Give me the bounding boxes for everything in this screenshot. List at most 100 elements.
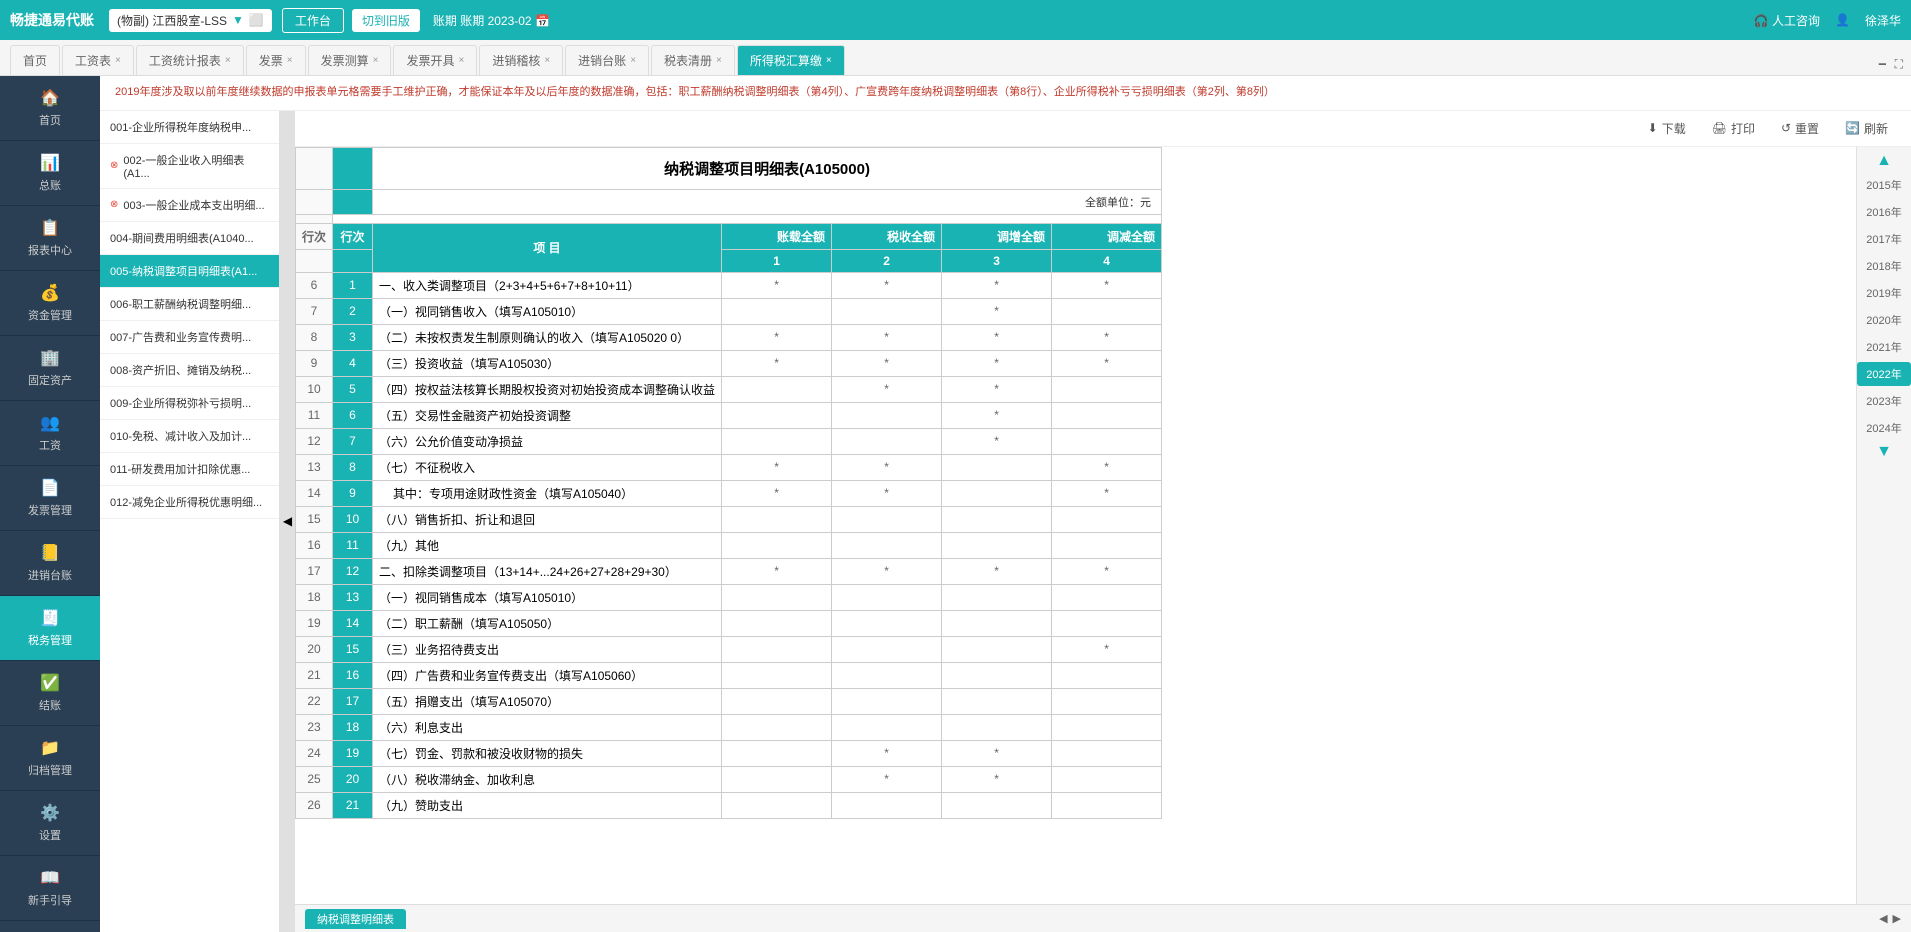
left-panel-item-012[interactable]: 012-减免企业所得税优惠明细... [100,486,279,519]
left-panel: 001-企业所得税年度纳税申... ⊗ 002-一般企业收入明细表(A1... … [100,111,280,932]
table-row: 16 11 （九）其他 [296,532,1162,558]
tab-invoice[interactable]: 发票 × [246,45,306,75]
sidebar-item-settings[interactable]: ⚙️ 设置 [0,791,100,856]
year-2022[interactable]: 2022年 [1857,362,1911,386]
error-icon: ⊗ [110,199,118,210]
tab-payroll-report[interactable]: 工资统计报表 × [136,45,244,75]
scroll-left-icon[interactable]: ◀ [1879,912,1887,925]
minimize-icon[interactable]: 🗕 [1878,54,1887,75]
year-2017[interactable]: 2017年 [1857,227,1911,251]
tab-purchase-audit[interactable]: 进销稽核 × [479,45,563,75]
user-avatar: 👤 [1835,13,1850,27]
left-panel-item-010[interactable]: 010-免税、减计收入及加计... [100,420,279,453]
sidebar-item-report[interactable]: 📋 报表中心 [0,206,100,271]
close-icon[interactable]: × [630,55,636,66]
spreadsheet[interactable]: 纳税调整项目明细表(A105000) 全额单位：元 [295,147,1856,904]
left-panel-item-004[interactable]: 004-期间费用明细表(A1040... [100,222,279,255]
tab-purchase-ledger[interactable]: 进销台账 × [565,45,649,75]
top-right: 🎧 人工咨询 👤 徐泽华 [1754,12,1901,29]
copy-icon: ⬜ [249,13,264,27]
close-icon[interactable]: × [458,55,464,66]
left-panel-item-007[interactable]: 007-广告费和业务宣传费明... [100,321,279,354]
username[interactable]: 徐泽华 [1865,12,1901,29]
sidebar-item-purchase[interactable]: 📒 进销台账 [0,531,100,596]
year-2016[interactable]: 2016年 [1857,200,1911,224]
year-2020[interactable]: 2020年 [1857,308,1911,332]
year-down-icon[interactable]: ▼ [1876,443,1892,461]
left-panel-item-008[interactable]: 008-资产折旧、摊销及纳税... [100,354,279,387]
left-panel-item-009[interactable]: 009-企业所得税弥补亏损明... [100,387,279,420]
switch-button[interactable]: 切到旧版 [352,9,420,32]
close-icon[interactable]: × [287,55,293,66]
left-panel-item-011[interactable]: 011-研发费用加计扣除优惠... [100,453,279,486]
sidebar-item-assets[interactable]: 🏢 固定资产 [0,336,100,401]
col-header-item: 项 目 [373,223,722,272]
sidebar-item-funds[interactable]: 💰 资金管理 [0,271,100,336]
refresh-button[interactable]: 🔄 刷新 [1837,117,1896,140]
payroll-icon: 👥 [40,413,60,433]
sidebar-item-tax[interactable]: 🧾 税务管理 [0,596,100,661]
close-icon[interactable]: × [544,55,550,66]
sidebar-item-payroll[interactable]: 👥 工资 [0,401,100,466]
table-row: 25 20 （八）税收滞纳金、加收利息 * * [296,766,1162,792]
support-link[interactable]: 🎧 人工咨询 [1754,12,1820,29]
sidebar-item-archive[interactable]: 📁 归档管理 [0,726,100,791]
tab-home[interactable]: 首页 [10,45,60,75]
col-hang-empty [333,147,373,189]
nav-tabs: 首页 工资表 × 工资统计报表 × 发票 × 发票测算 × 发票开具 × 进销稽… [0,40,1911,76]
toolbar: ⬇ 下载 🖨 打印 ↺ 重置 🔄 刷新 [295,111,1911,147]
left-panel-item-001[interactable]: 001-企业所得税年度纳税申... [100,111,279,144]
table-row: 13 8 （七）不征税收入 * * * [296,454,1162,480]
close-icon[interactable]: × [225,55,231,66]
reset-button[interactable]: ↺ 重置 [1773,117,1827,140]
table-row: 17 12 二、扣除类调整项目（13+14+...24+26+27+28+29+… [296,558,1162,584]
left-panel-item-005[interactable]: 005-纳税调整项目明细表(A1... [100,255,279,288]
left-panel-item-006[interactable]: 006-职工薪酬纳税调整明细... [100,288,279,321]
sidebar-item-ledger[interactable]: 📊 总账 [0,141,100,206]
maximize-icon[interactable]: ⛶ [1895,57,1903,72]
tab-invoice-issue[interactable]: 发票开具 × [393,45,477,75]
table-row: 26 21 （九）赞助支出 [296,792,1162,818]
close-icon[interactable]: × [373,55,379,66]
error-icon: ⊗ [110,160,118,171]
unit-label: 全额单位：元 [373,189,1162,214]
year-2015[interactable]: 2015年 [1857,173,1911,197]
table-row: 9 4 （三）投资收益（填写A105030） * * * * [296,350,1162,376]
year-2021[interactable]: 2021年 [1857,335,1911,359]
funds-icon: 💰 [40,283,60,303]
tab-tax-list[interactable]: 税表清册 × [651,45,735,75]
settings-icon: ⚙️ [40,803,60,823]
year-2023[interactable]: 2023年 [1857,389,1911,413]
left-panel-item-003[interactable]: ⊗ 003-一般企业成本支出明细... [100,189,279,222]
sidebar-item-guide[interactable]: 📖 新手引导 [0,856,100,921]
year-2024[interactable]: 2024年 [1857,416,1911,440]
year-up-icon[interactable]: ▲ [1876,152,1892,170]
close-icon[interactable]: × [826,55,832,66]
scroll-right-icon[interactable]: ▶ [1893,912,1901,925]
table-row: 6 1 一、收入类调整项目（2+3+4+5+6+7+8+10+11） * * *… [296,272,1162,298]
year-2019[interactable]: 2019年 [1857,281,1911,305]
tab-invoice-calc[interactable]: 发票测算 × [308,45,392,75]
collapse-handle[interactable]: ◀ [280,111,295,932]
tab-payroll[interactable]: 工资表 × [62,45,134,75]
sheet-tab[interactable]: 纳税调整明细表 [305,909,406,929]
company-selector[interactable]: (物副) 江西股室-LSS ▼ ⬜ [109,9,272,32]
sidebar-item-invoice-mgmt[interactable]: 📄 发票管理 [0,466,100,531]
guide-icon: 📖 [40,868,60,888]
tab-income-tax[interactable]: 所得税汇算缴 × [737,45,845,76]
print-button[interactable]: 🖨 打印 [1704,117,1763,140]
close-icon[interactable]: × [716,55,722,66]
collapse-icon: ◀ [283,514,292,528]
sidebar-item-member[interactable]: 👑 畅会员 [0,921,100,932]
sidebar-item-close-account[interactable]: ✅ 结账 [0,661,100,726]
workbench-button[interactable]: 工作台 [282,8,344,33]
download-button[interactable]: ⬇ 下载 [1640,117,1694,140]
year-2018[interactable]: 2018年 [1857,254,1911,278]
left-panel-item-002[interactable]: ⊗ 002-一般企业收入明细表(A1... [100,144,279,189]
table-row: 8 3 （二）未按权责发生制原则确认的收入（填写A105020 0） * * *… [296,324,1162,350]
row-num-2 [296,189,333,214]
col-hang-2 [333,189,373,214]
sidebar-item-home[interactable]: 🏠 首页 [0,76,100,141]
table-row: 23 18 （六）利息支出 [296,714,1162,740]
close-icon[interactable]: × [115,55,121,66]
